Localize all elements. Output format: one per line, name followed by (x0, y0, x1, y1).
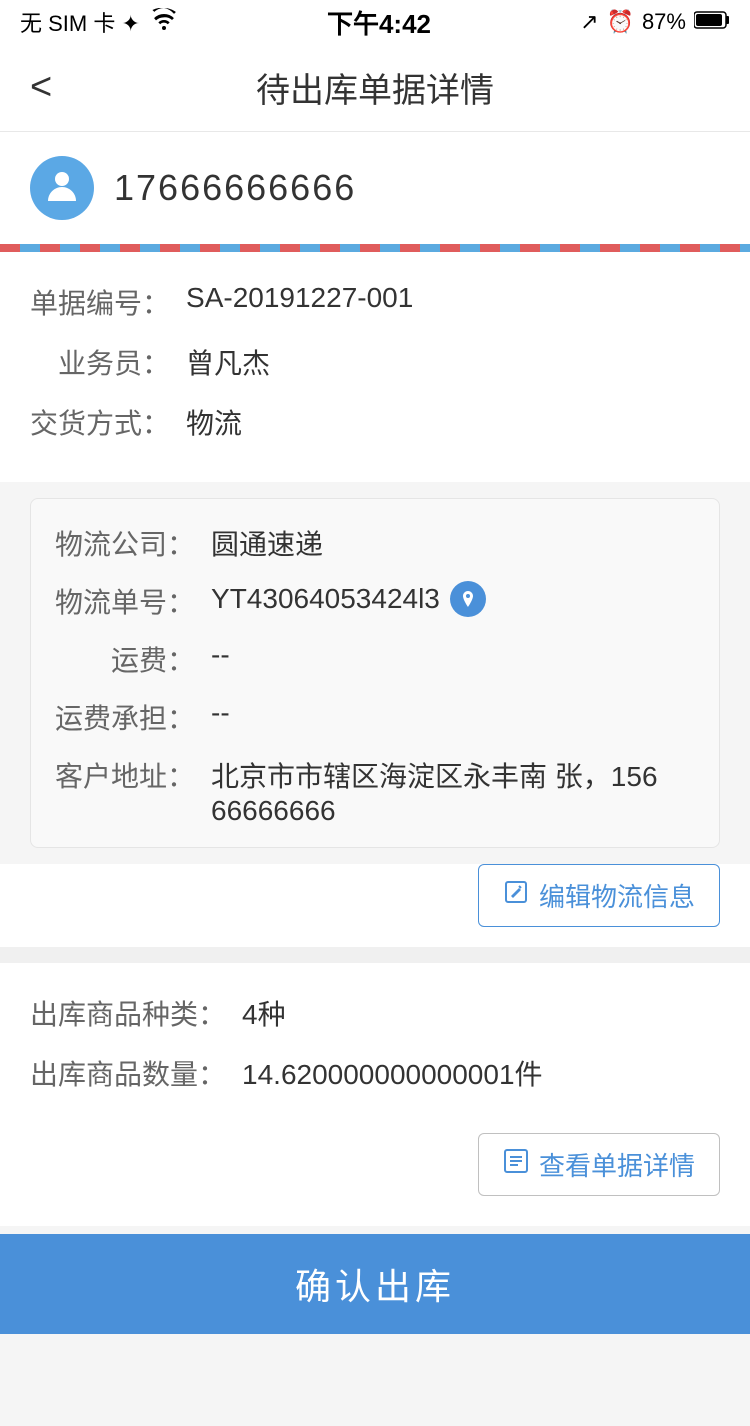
battery-icon (694, 9, 730, 35)
logistics-company-row: 物流公司： 圆通速递 (55, 523, 695, 563)
status-time: 下午4:42 (327, 4, 431, 41)
wifi-icon (150, 8, 178, 36)
freight-row: 运费： -- (55, 639, 695, 679)
logistics-tracking-row: 物流单号： YT43064053424l3 (55, 581, 695, 621)
status-right: ↗ ⏰ 87% (580, 9, 730, 35)
goods-type-row: 出库商品种类： 4种 (30, 993, 720, 1033)
back-button[interactable]: < (30, 66, 52, 109)
freight-burden-row: 运费承担： -- (55, 697, 695, 737)
agent-value: 曾凡杰 (186, 342, 720, 382)
address-row: 客户地址： 北京市市辖区海淀区永丰南 张，156 66666666 (55, 755, 695, 827)
document-info-section: 单据编号： SA-20191227-001 业务员： 曾凡杰 交货方式： 物流 (0, 252, 750, 482)
logistics-card: 物流公司： 圆通速递 物流单号： YT43064053424l3 运费： -- … (30, 498, 720, 848)
list-icon (503, 1148, 529, 1181)
nav-bar: < 待出库单据详情 (0, 44, 750, 132)
edit-logistics-button[interactable]: 编辑物流信息 (478, 864, 720, 927)
location-status-icon: ↗ (580, 9, 598, 35)
avatar (30, 156, 94, 220)
confirm-outbound-button[interactable]: 确认出库 (0, 1234, 750, 1334)
detail-btn-row: 查看单据详情 (0, 1133, 750, 1226)
freight-label: 运费： (55, 639, 195, 679)
user-header: 17666666666 (0, 132, 750, 244)
goods-quantity-row: 出库商品数量： 14.620000000000001件 (30, 1053, 720, 1093)
goods-quantity-value: 14.620000000000001件 (242, 1053, 543, 1093)
agent-label: 业务员： (30, 342, 170, 382)
status-bar: 无 SIM 卡 ✦ 下午4:42 ↗ ⏰ 87% (0, 0, 750, 44)
document-number-value: SA-20191227-001 (186, 282, 720, 314)
user-phone: 17666666666 (114, 167, 356, 209)
person-icon (44, 167, 80, 209)
delivery-value: 物流 (186, 402, 720, 442)
status-left: 无 SIM 卡 ✦ (20, 6, 178, 38)
edit-btn-label: 编辑物流信息 (539, 877, 695, 914)
alarm-icon: ⏰ (607, 9, 634, 35)
freight-burden-label: 运费承担： (55, 697, 195, 737)
logistics-company-value: 圆通速递 (211, 523, 695, 563)
goods-type-value: 4种 (242, 993, 286, 1033)
sim-status: 无 SIM 卡 ✦ (20, 6, 140, 38)
tracking-location-icon[interactable] (450, 581, 486, 617)
confirm-btn-label: 确认出库 (295, 1258, 455, 1310)
edit-icon (503, 879, 529, 912)
logistics-tracking-value: YT43064053424l3 (211, 581, 695, 617)
address-value: 北京市市辖区海淀区永丰南 张，156 66666666 (211, 755, 695, 827)
edit-btn-row: 编辑物流信息 (0, 864, 750, 947)
detail-btn-label: 查看单据详情 (539, 1146, 695, 1183)
delivery-row: 交货方式： 物流 (30, 402, 720, 442)
goods-type-label: 出库商品种类： (30, 993, 226, 1033)
document-number-label: 单据编号： (30, 282, 170, 322)
agent-row: 业务员： 曾凡杰 (30, 342, 720, 382)
freight-value: -- (211, 639, 695, 671)
freight-burden-value: -- (211, 697, 695, 729)
logistics-tracking-label: 物流单号： (55, 581, 195, 621)
dashed-divider (0, 244, 750, 252)
address-label: 客户地址： (55, 755, 195, 795)
delivery-label: 交货方式： (30, 402, 170, 442)
battery-level: 87% (642, 9, 686, 35)
page-title: 待出库单据详情 (256, 63, 494, 112)
goods-quantity-label: 出库商品数量： (30, 1053, 226, 1093)
section-divider (0, 947, 750, 963)
goods-section: 出库商品种类： 4种 出库商品数量： 14.620000000000001件 (0, 963, 750, 1133)
view-detail-button[interactable]: 查看单据详情 (478, 1133, 720, 1196)
document-number-row: 单据编号： SA-20191227-001 (30, 282, 720, 322)
logistics-company-label: 物流公司： (55, 523, 195, 563)
